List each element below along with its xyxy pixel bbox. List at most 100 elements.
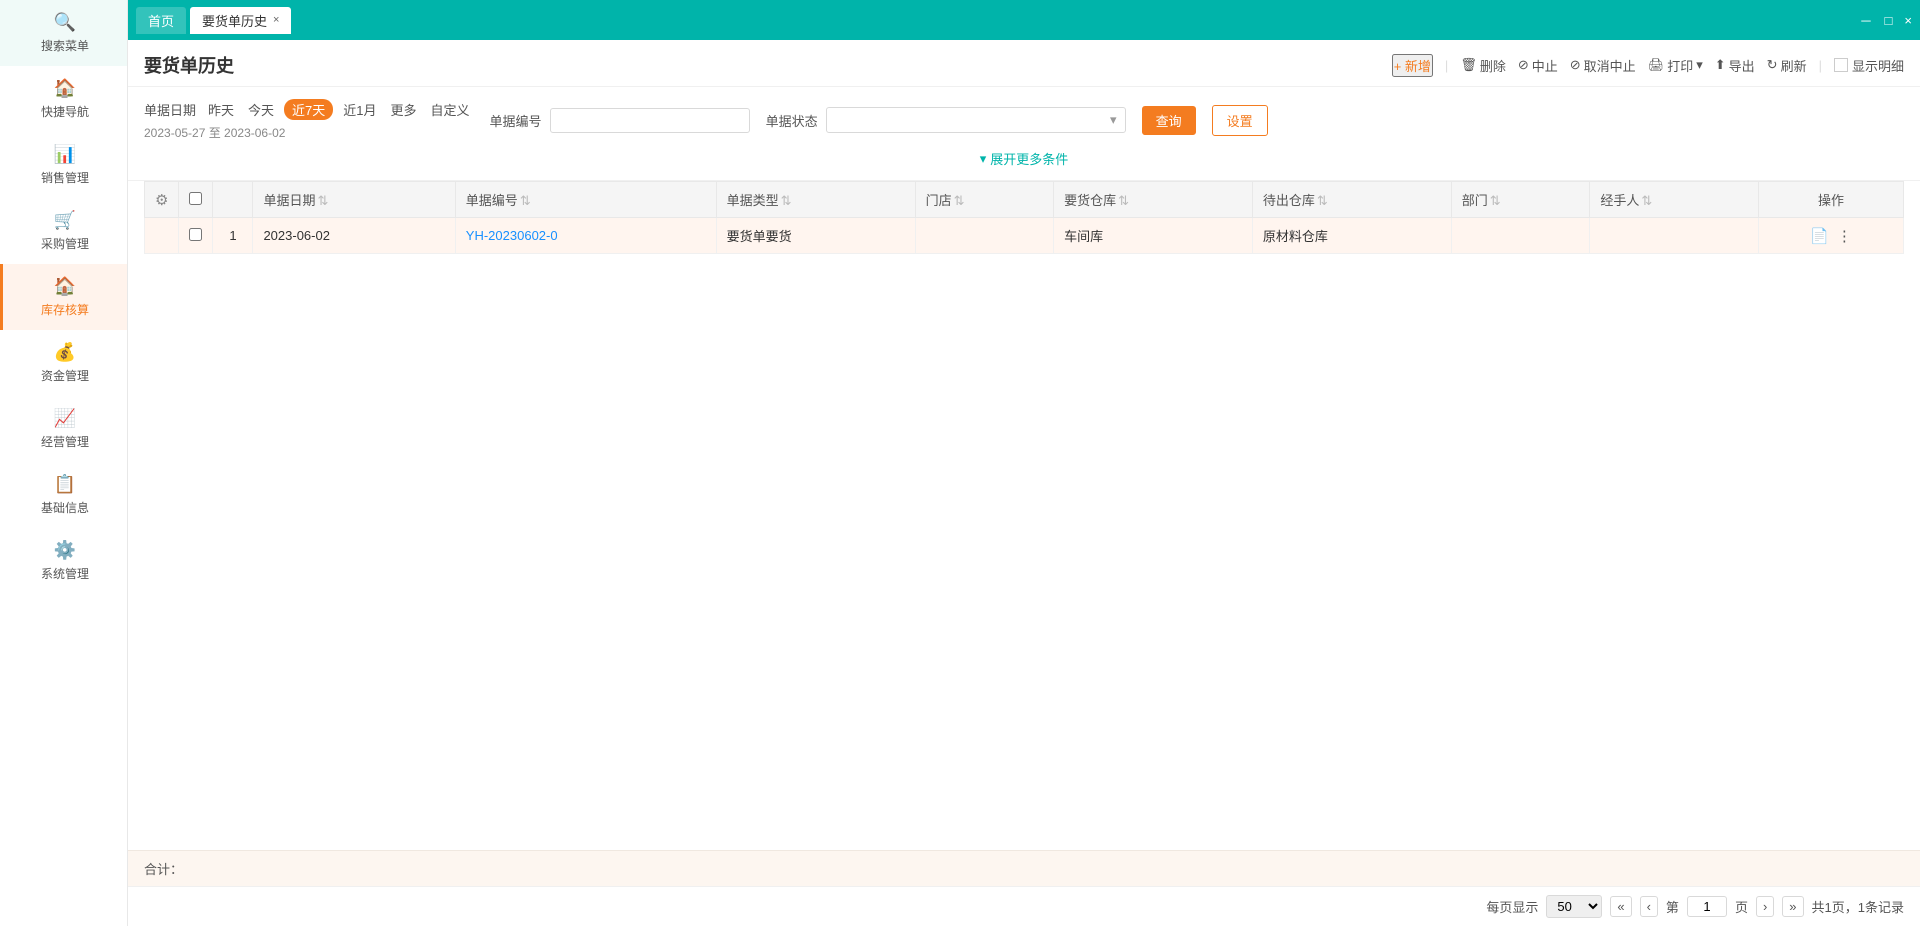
next-page-btn[interactable]: ›: [1756, 896, 1774, 917]
col-header-bill_number[interactable]: 单据编号⇅: [455, 182, 716, 218]
sort-icon-store[interactable]: ⇅: [954, 193, 965, 208]
bill-number-input[interactable]: [550, 108, 750, 133]
date-option-近1月[interactable]: 近1月: [339, 99, 380, 120]
refresh-button[interactable]: ↻ 刷新: [1767, 56, 1807, 75]
col-label-pending_warehouse: 待出仓库: [1263, 193, 1315, 208]
sort-icon-handler[interactable]: ⇅: [1641, 193, 1652, 208]
active-tab[interactable]: 要货单历史 ×: [190, 7, 291, 34]
row-bill-date: 2023-06-02: [253, 218, 455, 254]
per-page-select[interactable]: 102050100: [1546, 895, 1602, 918]
col-header-num: [213, 182, 253, 218]
date-option-昨天[interactable]: 昨天: [204, 99, 238, 120]
inventory-icon: 🏠: [54, 276, 76, 297]
print-dropdown-icon[interactable]: ▾: [1696, 57, 1703, 73]
system-icon: ⚙️: [54, 540, 76, 561]
page-go-label: 第: [1666, 897, 1679, 916]
window-close-btn[interactable]: ×: [1904, 13, 1912, 28]
date-option-自定义[interactable]: 自定义: [427, 99, 474, 120]
active-tab-label: 要货单历史: [202, 11, 267, 30]
table-area: ⚙单据日期⇅单据编号⇅单据类型⇅门店⇅要货仓库⇅待出仓库⇅部门⇅经手人⇅操作 1…: [128, 181, 1920, 850]
display-detail-toggle[interactable]: 显示明细: [1834, 56, 1904, 75]
basic-info-icon: 📋: [54, 474, 76, 495]
print-icon: 🖨: [1648, 57, 1665, 73]
col-header-pending_warehouse[interactable]: 待出仓库⇅: [1252, 182, 1451, 218]
finance-icon: 💰: [54, 342, 76, 363]
sidebar-item-sales[interactable]: 📊 销售管理: [0, 132, 127, 198]
bill-date-label: 单据日期: [144, 100, 196, 119]
col-label-req_warehouse: 要货仓库: [1064, 193, 1116, 208]
purchase-label: 采购管理: [41, 235, 89, 252]
sort-icon-bill_type[interactable]: ⇅: [781, 193, 792, 208]
display-detail-checkbox[interactable]: [1834, 58, 1848, 72]
row-more-btn[interactable]: ⋮: [1837, 227, 1852, 245]
row-actions: 📄 ⋮: [1759, 218, 1904, 254]
stop-button[interactable]: ⊘ 中止: [1518, 56, 1558, 75]
expand-more-icon: ▾: [980, 151, 987, 167]
delete-button[interactable]: 🗑 删除: [1460, 56, 1506, 75]
sidebar: 🔍 搜索菜单 🏠 快捷导航 📊 销售管理 🛒 采购管理 🏠 库存核算 💰 资金管…: [0, 0, 128, 926]
window-maximize-btn[interactable]: □: [1885, 13, 1893, 28]
date-option-更多[interactable]: 更多: [387, 99, 421, 120]
select-all-checkbox[interactable]: [189, 192, 202, 205]
first-page-btn[interactable]: «: [1610, 896, 1631, 917]
sidebar-item-finance[interactable]: 💰 资金管理: [0, 330, 127, 396]
col-header-bill_date[interactable]: 单据日期⇅: [253, 182, 455, 218]
col-header-req_warehouse[interactable]: 要货仓库⇅: [1054, 182, 1253, 218]
date-option-近7天[interactable]: 近7天: [284, 99, 333, 120]
bill-status-select[interactable]: ▾: [826, 107, 1126, 133]
tab-close-icon[interactable]: ×: [273, 14, 279, 26]
col-label-store: 门店: [926, 193, 952, 208]
sort-icon-department[interactable]: ⇅: [1490, 193, 1501, 208]
home-tab[interactable]: 首页: [136, 7, 186, 34]
col-header-store[interactable]: 门店⇅: [915, 182, 1054, 218]
sort-icon-req_warehouse[interactable]: ⇅: [1118, 193, 1129, 208]
per-page-label: 每页显示: [1486, 897, 1538, 916]
sidebar-item-basic-info[interactable]: 📋 基础信息: [0, 462, 127, 528]
query-button[interactable]: 查询: [1142, 106, 1196, 135]
col-header-handler[interactable]: 经手人⇅: [1590, 182, 1759, 218]
new-button[interactable]: + 新增: [1392, 54, 1433, 77]
sort-icon-bill_date[interactable]: ⇅: [317, 193, 328, 208]
sidebar-item-operations[interactable]: 📈 经营管理: [0, 396, 127, 462]
col-header-bill_type[interactable]: 单据类型⇅: [716, 182, 915, 218]
page-go-suffix: 页: [1735, 897, 1748, 916]
toolbar: + 新增 | 🗑 删除 ⊘ 中止 ⊘ 取消中止 🖨 打印 ▾: [1392, 54, 1904, 77]
operations-icon: 📈: [54, 408, 76, 429]
window-minimize-btn[interactable]: －: [1860, 11, 1873, 30]
expand-more-button[interactable]: ▾ 展开更多条件: [980, 149, 1069, 168]
sort-icon-bill_number[interactable]: ⇅: [520, 193, 531, 208]
cancel-stop-button[interactable]: ⊘ 取消中止: [1570, 56, 1636, 75]
sidebar-item-inventory[interactable]: 🏠 库存核算: [0, 264, 127, 330]
bill-number-link[interactable]: YH-20230602-0: [466, 228, 558, 243]
quick-nav-label: 快捷导航: [41, 103, 89, 120]
bill-status-dropdown-icon: ▾: [1110, 112, 1117, 128]
row-checkbox[interactable]: [189, 228, 202, 241]
sidebar-item-system[interactable]: ⚙️ 系统管理: [0, 528, 127, 594]
sales-icon: 📊: [54, 144, 76, 165]
bill-status-filter: 单据状态 ▾: [766, 107, 1126, 133]
col-label-handler: 经手人: [1600, 193, 1639, 208]
page-number-input[interactable]: [1687, 896, 1727, 917]
sidebar-item-quick-nav[interactable]: 🏠 快捷导航: [0, 66, 127, 132]
topbar-right: － □ ×: [1860, 11, 1912, 30]
sidebar-item-search-menu[interactable]: 🔍 搜索菜单: [0, 0, 127, 66]
settings-button[interactable]: 设置: [1212, 105, 1268, 136]
last-page-btn[interactable]: »: [1782, 896, 1803, 917]
sort-icon-pending_warehouse[interactable]: ⇅: [1317, 193, 1328, 208]
refresh-icon: ↻: [1767, 57, 1778, 73]
content-area: 要货单历史 + 新增 | 🗑 删除 ⊘ 中止 ⊘ 取消中止 🖨: [128, 40, 1920, 926]
print-button[interactable]: 🖨 打印 ▾: [1648, 56, 1703, 75]
footer-summary: 合计：: [128, 850, 1920, 886]
row-edit-btn[interactable]: 📄: [1810, 227, 1829, 245]
export-button[interactable]: ⬆ 导出: [1715, 56, 1755, 75]
row-handler: [1590, 218, 1759, 254]
prev-page-btn[interactable]: ‹: [1640, 896, 1658, 917]
sidebar-item-purchase[interactable]: 🛒 采购管理: [0, 198, 127, 264]
settings-gear-icon[interactable]: ⚙: [155, 192, 168, 209]
date-option-今天[interactable]: 今天: [244, 99, 278, 120]
page-title: 要货单历史: [144, 52, 234, 78]
row-department: [1451, 218, 1590, 254]
col-header-department[interactable]: 部门⇅: [1451, 182, 1590, 218]
basic-info-label: 基础信息: [41, 499, 89, 516]
col-label-bill_number: 单据编号: [466, 193, 518, 208]
